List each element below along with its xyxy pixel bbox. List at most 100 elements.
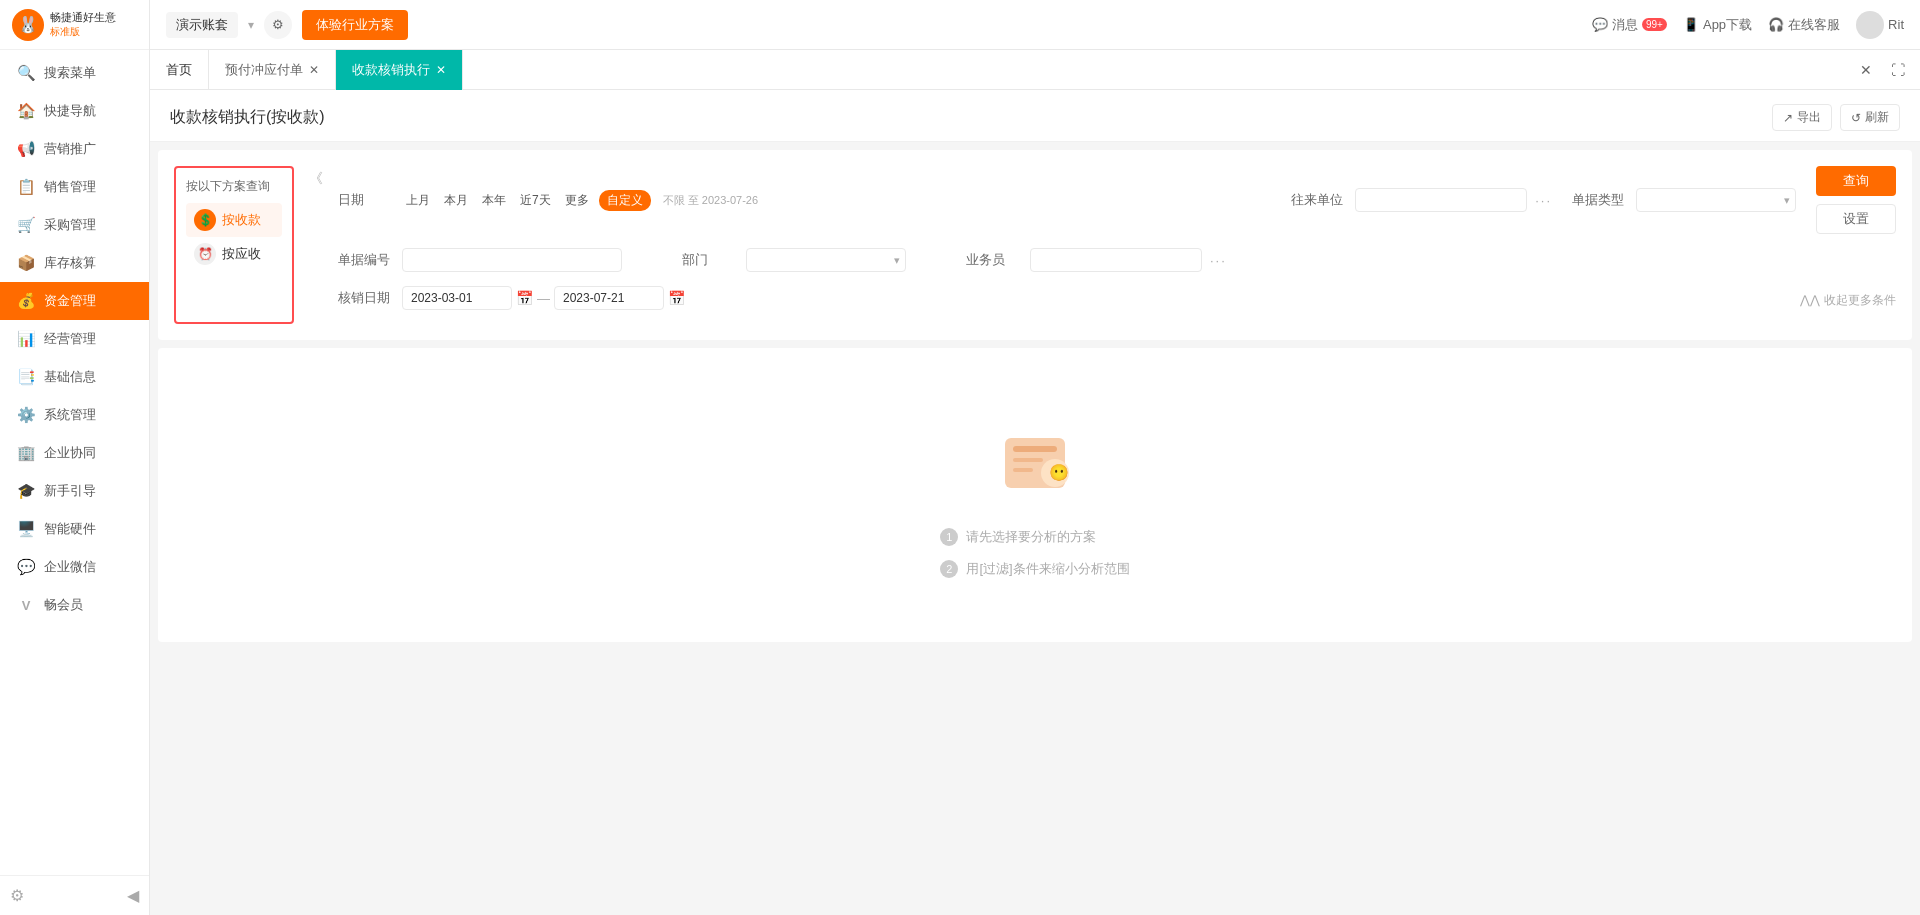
empty-text: 1 请先选择要分析的方案 2 用[过滤]条件来缩小分析范围 — [940, 524, 1129, 582]
export-button[interactable]: ↗ 导出 — [1772, 104, 1832, 131]
doc-no-filter-group: 单据编号 — [338, 248, 622, 272]
date-btn-this-year[interactable]: 本年 — [478, 190, 510, 211]
sidebar-item-finance[interactable]: 💰 资金管理 — [0, 282, 149, 320]
dept-select[interactable] — [746, 248, 906, 272]
online-service-button[interactable]: 🎧 在线客服 — [1768, 16, 1840, 34]
doc-type-filter-group: 单据类型 ▾ — [1572, 188, 1796, 212]
filter-row-1: 日期 上月 本月 本年 近7天 更多 自定义 不限 至 2023-07-26 往… — [338, 166, 1896, 234]
partner-more-icon[interactable]: ··· — [1535, 193, 1552, 208]
collapse-icon: ⋀⋀ — [1800, 293, 1820, 307]
by-receivable-icon: ⏰ — [194, 243, 216, 265]
tab-home[interactable]: 首页 — [150, 50, 209, 90]
collab-icon: 🏢 — [16, 444, 36, 462]
date-btn-custom[interactable]: 自定义 — [599, 190, 651, 211]
sidebar-item-basic[interactable]: 📑 基础信息 — [0, 358, 149, 396]
page-header: 收款核销执行(按收款) ↗ 导出 ↺ 刷新 — [150, 90, 1920, 142]
sidebar-item-marketing[interactable]: 📢 营销推广 — [0, 130, 149, 168]
filter-option-by-receivable[interactable]: ⏰ 按应收 — [186, 237, 282, 271]
query-button[interactable]: 查询 — [1816, 166, 1896, 196]
message-icon: 💬 — [1592, 17, 1608, 32]
sidebar-item-hardware[interactable]: 🖥️ 智能硬件 — [0, 510, 149, 548]
date-btn-this-month[interactable]: 本月 — [440, 190, 472, 211]
tab-prepayment[interactable]: 预付冲应付单 ✕ — [209, 50, 336, 90]
search-menu-icon: 🔍 — [16, 64, 36, 82]
filter-option-by-receipt[interactable]: 💲 按收款 — [186, 203, 282, 237]
salesperson-label: 业务员 — [966, 251, 1022, 269]
export-icon: ↗ — [1783, 111, 1793, 125]
sidebar-item-search-menu[interactable]: 🔍 搜索菜单 — [0, 54, 149, 92]
partner-filter-group: 往来单位 ··· — [1291, 188, 1552, 212]
guide-icon: 🎓 — [16, 482, 36, 500]
refresh-button[interactable]: ↺ 刷新 — [1840, 104, 1900, 131]
empty-state: 😶 1 请先选择要分析的方案 2 用[过滤]条件来缩小分析范围 — [158, 348, 1912, 642]
dept-filter-group: 部门 ▾ — [682, 248, 906, 272]
sidebar-item-inventory[interactable]: 📦 库存核算 — [0, 244, 149, 282]
sidebar-collapse-icon[interactable]: ◀ — [127, 886, 139, 905]
salesperson-filter-group: 业务员 ··· — [966, 248, 1227, 272]
sidebar-item-collab[interactable]: 🏢 企业协同 — [0, 434, 149, 472]
sidebar-item-sales[interactable]: 📋 销售管理 — [0, 168, 149, 206]
sidebar-item-guide[interactable]: 🎓 新手引导 — [0, 472, 149, 510]
writeoff-start-input[interactable] — [402, 286, 512, 310]
svg-rect-2 — [1013, 458, 1043, 462]
message-badge: 99+ — [1642, 18, 1667, 31]
app-download-button[interactable]: 📱 App下载 — [1683, 16, 1752, 34]
sidebar-bottom: ⚙ ◀ — [0, 875, 149, 915]
more-conditions-toggle[interactable]: ⋀⋀ 收起更多条件 — [1800, 288, 1896, 309]
system-icon: ⚙️ — [16, 406, 36, 424]
partner-input[interactable] — [1355, 188, 1527, 212]
topbar-left: 演示账套 ▾ ⚙ 体验行业方案 — [166, 10, 408, 40]
filter-actions: 查询 设置 — [1816, 166, 1896, 234]
writeoff-date-filter-group: 核销日期 📅 — 📅 — [338, 286, 685, 310]
logo-text: 畅捷通好生意 标准版 — [50, 10, 116, 39]
page-content: 收款核销执行(按收款) ↗ 导出 ↺ 刷新 按以下方案查询 💲 按收款 — [150, 90, 1920, 915]
sidebar-item-member[interactable]: V 畅会员 — [0, 586, 149, 624]
salesperson-more-icon[interactable]: ··· — [1210, 253, 1227, 268]
operation-icon: 📊 — [16, 330, 36, 348]
dept-label: 部门 — [682, 251, 738, 269]
tab-home-label: 首页 — [166, 61, 192, 79]
close-receipt-writeoff-tab-icon[interactable]: ✕ — [436, 63, 446, 77]
date-btn-more[interactable]: 更多 — [561, 190, 593, 211]
date-btn-7days[interactable]: 近7天 — [516, 190, 555, 211]
writeoff-end-calendar-icon[interactable]: 📅 — [668, 290, 685, 306]
date-btn-last-month[interactable]: 上月 — [402, 190, 434, 211]
tabbar-actions: ✕ ⛶ — [1844, 58, 1920, 82]
doc-no-input[interactable] — [402, 248, 622, 272]
writeoff-end-input[interactable] — [554, 286, 664, 310]
sidebar-item-purchase[interactable]: 🛒 采购管理 — [0, 206, 149, 244]
sidebar-item-operation[interactable]: 📊 经营管理 — [0, 320, 149, 358]
writeoff-start-calendar-icon[interactable]: 📅 — [516, 290, 533, 306]
message-button[interactable]: 💬 消息 99+ — [1592, 16, 1667, 34]
topbar-right: 💬 消息 99+ 📱 App下载 🎧 在线客服 Rit — [1592, 11, 1904, 39]
bottom-settings-icon[interactable]: ⚙ — [10, 886, 24, 905]
sidebar-item-system[interactable]: ⚙️ 系统管理 — [0, 396, 149, 434]
writeoff-date-dash: — — [537, 291, 550, 306]
settings-button[interactable]: ⚙ — [264, 11, 292, 39]
close-tab-action[interactable]: ✕ — [1854, 58, 1878, 82]
tab-receipt-writeoff-label: 收款核销执行 — [352, 61, 430, 79]
sidebar-item-wechat[interactable]: 💬 企业微信 — [0, 548, 149, 586]
member-icon: V — [16, 598, 36, 613]
date-label: 日期 — [338, 191, 394, 209]
user-area[interactable]: Rit — [1856, 11, 1904, 39]
doc-type-select[interactable] — [1636, 188, 1796, 212]
company-name[interactable]: 演示账套 — [166, 12, 238, 38]
logo-icon: 🐰 — [12, 9, 44, 41]
tab-receipt-writeoff[interactable]: 收款核销执行 ✕ — [336, 50, 463, 90]
expand-tab-action[interactable]: ⛶ — [1886, 58, 1910, 82]
close-prepayment-tab-icon[interactable]: ✕ — [309, 63, 319, 77]
collapse-filter-sidebar-button[interactable]: 《 — [306, 170, 326, 188]
trial-button[interactable]: 体验行业方案 — [302, 10, 408, 40]
empty-illustration: 😶 — [985, 408, 1085, 508]
empty-step-1: 1 请先选择要分析的方案 — [940, 524, 1129, 550]
step-2-num: 2 — [940, 560, 958, 578]
sidebar-item-quick-nav[interactable]: 🏠 快捷导航 — [0, 92, 149, 130]
empty-step-2: 2 用[过滤]条件来缩小分析范围 — [940, 556, 1129, 582]
salesperson-input[interactable] — [1030, 248, 1202, 272]
chevron-down-icon: ▾ — [248, 18, 254, 32]
user-name: Rit — [1888, 17, 1904, 32]
filter-row-2: 单据编号 部门 ▾ 业务员 — [338, 248, 1896, 272]
filter-settings-button[interactable]: 设置 — [1816, 204, 1896, 234]
partner-label: 往来单位 — [1291, 191, 1347, 209]
